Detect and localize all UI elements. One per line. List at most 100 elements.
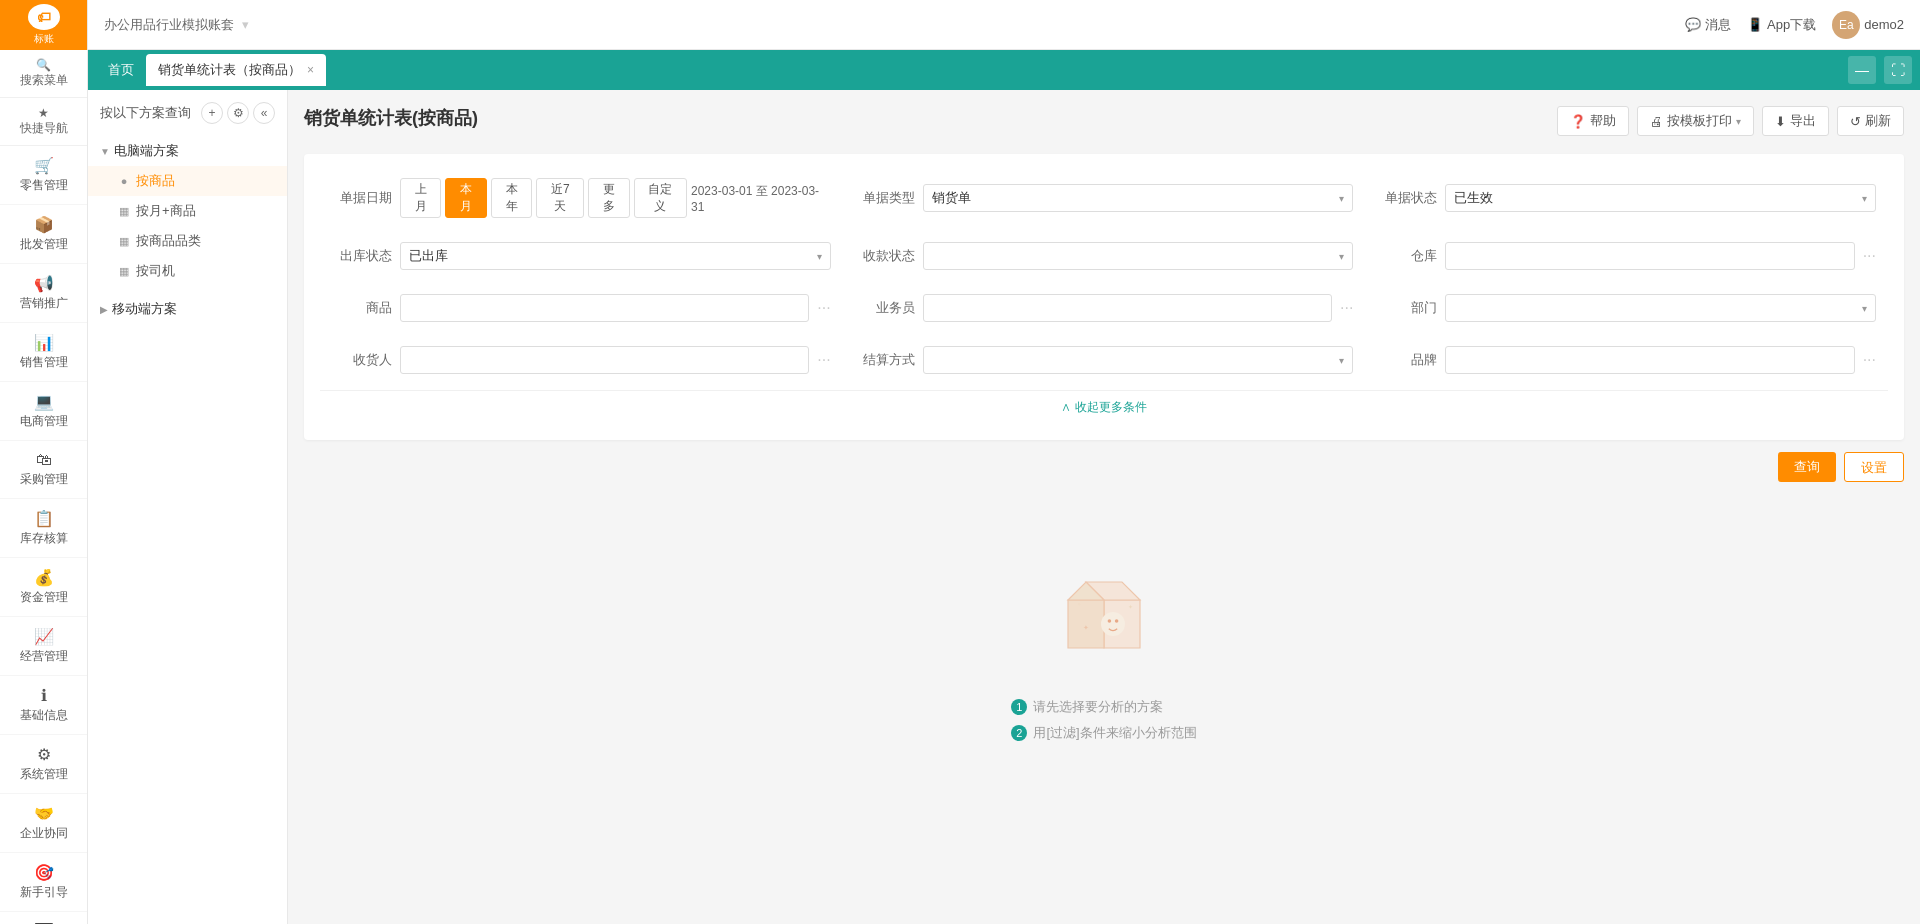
tree-parent-desktop[interactable]: ▼ 电脑端方案 xyxy=(88,136,287,166)
receiver-input[interactable] xyxy=(400,346,809,374)
dept-label: 部门 xyxy=(1377,299,1437,317)
date-btn-7days[interactable]: 近7天 xyxy=(536,178,584,218)
tab-close-icon[interactable]: × xyxy=(307,63,314,77)
date-btn-this-month[interactable]: 本月 xyxy=(445,178,486,218)
salesman-more-icon[interactable]: ··· xyxy=(1340,299,1353,317)
svg-point-6 xyxy=(1115,619,1119,623)
sidebar-basic-label: 基础信息 xyxy=(20,707,68,724)
tip-text-1: 请先选择要分析的方案 xyxy=(1033,694,1163,720)
tree-child-by-category[interactable]: ▦ 按商品品类 xyxy=(88,226,287,256)
messages-button[interactable]: 💬 消息 xyxy=(1685,16,1731,34)
sidebar-item-retail[interactable]: 🛒 零售管理 xyxy=(0,146,87,205)
filter-receiver: 收货人 ··· xyxy=(320,338,843,382)
tab-home[interactable]: 首页 xyxy=(96,54,146,86)
tree-child-label-month-goods: 按月+商品 xyxy=(136,202,196,220)
sidebar-retail-label: 零售管理 xyxy=(20,177,68,194)
page-header: 销货单统计表(按商品) ❓ 帮助 🖨 按模板打印 ▾ ⬇ 导出 xyxy=(304,106,1904,142)
warehouse-label: 出库状态 xyxy=(332,247,392,265)
wholesale-icon: 📦 xyxy=(34,215,54,234)
tree-child-by-driver[interactable]: ▦ 按司机 xyxy=(88,256,287,286)
filter-payment-method: 结算方式 ▾ xyxy=(843,338,1366,382)
month-goods-icon: ▦ xyxy=(116,203,132,219)
help-button[interactable]: ❓ 帮助 xyxy=(1557,106,1629,136)
filter-store: 仓库 ··· xyxy=(1365,234,1888,278)
finance-icon: 💰 xyxy=(34,568,54,587)
salesman-label: 业务员 xyxy=(855,299,915,317)
filter-doc-type: 单据类型 销货单 ▾ xyxy=(843,170,1366,226)
category-icon: ▦ xyxy=(116,233,132,249)
print-arrow-icon: ▾ xyxy=(1736,116,1741,127)
payment-field: ▾ xyxy=(923,242,1354,270)
help-label: 帮助 xyxy=(1590,112,1616,130)
sidebar-management-label: 经营管理 xyxy=(20,648,68,665)
print-label: 按模板打印 xyxy=(1667,112,1732,130)
sidebar-item-marketing[interactable]: 📢 营销推广 xyxy=(0,264,87,323)
print-button[interactable]: 🖨 按模板打印 ▾ xyxy=(1637,106,1754,136)
add-scheme-button[interactable]: + xyxy=(201,102,223,124)
sidebar-item-appcenter[interactable]: 🔲 应用中心 xyxy=(0,912,87,924)
refresh-button[interactable]: ↺ 刷新 xyxy=(1837,106,1904,136)
dept-select[interactable]: ▾ xyxy=(1445,294,1876,322)
tab-sales-stat[interactable]: 销货单统计表（按商品） × xyxy=(146,54,326,86)
goods-input[interactable] xyxy=(400,294,809,322)
receiver-more-icon[interactable]: ··· xyxy=(817,351,830,369)
sidebar-item-finance[interactable]: 💰 资金管理 xyxy=(0,558,87,617)
sidebar-item-basic[interactable]: ℹ 基础信息 xyxy=(0,676,87,735)
collapse-panel-button[interactable]: « xyxy=(253,102,275,124)
store-input-wrap: ··· xyxy=(1445,242,1876,270)
sidebar-item-system[interactable]: ⚙ 系统管理 xyxy=(0,735,87,794)
user-profile[interactable]: Ea demo2 xyxy=(1832,11,1904,39)
store-more-icon[interactable]: ··· xyxy=(1863,247,1876,265)
sidebar-item-purchase[interactable]: 🛍 采购管理 xyxy=(0,441,87,499)
warehouse-select[interactable]: 已出库 ▾ xyxy=(400,242,831,270)
filter-row-4: 收货人 ··· 结算方式 ▾ xyxy=(320,338,1888,382)
query-button[interactable]: 查询 xyxy=(1778,452,1836,482)
doc-status-arrow-icon: ▾ xyxy=(1862,193,1867,204)
doc-status-select[interactable]: 已生效 ▾ xyxy=(1445,184,1876,212)
sidebar-item-management[interactable]: 📈 经营管理 xyxy=(0,617,87,676)
filter-row-1: 单据日期 上月 本月 本年 近7天 更多 自定义 2023-03-01 至 20… xyxy=(320,170,1888,226)
date-btn-more[interactable]: 更多 xyxy=(588,178,629,218)
tree-parent-mobile[interactable]: ▶ 移动端方案 xyxy=(88,294,287,324)
settings-scheme-button[interactable]: ⚙ xyxy=(227,102,249,124)
sidebar-item-ecommerce[interactable]: 💻 电商管理 xyxy=(0,382,87,441)
store-input[interactable] xyxy=(1445,242,1854,270)
guide-icon: 🎯 xyxy=(34,863,54,882)
payment-method-select[interactable]: ▾ xyxy=(923,346,1354,374)
sidebar-item-inventory[interactable]: 📋 库存核算 xyxy=(0,499,87,558)
tab-maximize-button[interactable]: ⛶ xyxy=(1884,56,1912,84)
settings-button[interactable]: 设置 xyxy=(1844,452,1904,482)
sidebar-item-sales[interactable]: 📊 销售管理 xyxy=(0,323,87,382)
collapse-filter-button[interactable]: ∧ 收起更多条件 xyxy=(320,390,1888,424)
doc-type-select[interactable]: 销货单 ▾ xyxy=(923,184,1354,212)
help-icon: ❓ xyxy=(1570,114,1586,129)
brand-more-icon[interactable]: ··· xyxy=(1863,351,1876,369)
sidebar-item-guide[interactable]: 🎯 新手引导 xyxy=(0,853,87,912)
tab-bar-actions: — ⛶ xyxy=(1848,56,1912,84)
salesman-input[interactable] xyxy=(923,294,1332,322)
tab-minimize-button[interactable]: — xyxy=(1848,56,1876,84)
message-icon: 💬 xyxy=(1685,17,1701,32)
goods-more-icon[interactable]: ··· xyxy=(817,299,830,317)
app-download-button[interactable]: 📱 App下载 xyxy=(1747,16,1816,34)
tree-child-by-month-goods[interactable]: ▦ 按月+商品 xyxy=(88,196,287,226)
sidebar-sales-label: 销售管理 xyxy=(20,354,68,371)
export-button[interactable]: ⬇ 导出 xyxy=(1762,106,1829,136)
left-panel: 按以下方案查询 + ⚙ « ▼ 电脑端方案 ● 按商品 ▦ 按月 xyxy=(88,90,288,924)
tree-child-label-category: 按商品品类 xyxy=(136,232,201,250)
brand-input[interactable] xyxy=(1445,346,1854,374)
sidebar-item-quicknav[interactable]: ★ 快捷导航 xyxy=(0,98,87,146)
tree-child-by-goods[interactable]: ● 按商品 xyxy=(88,166,287,196)
main-area: 办公用品行业模拟账套 ▾ 💬 消息 📱 App下载 Ea demo2 首页 xyxy=(88,0,1920,924)
date-btn-last-month[interactable]: 上月 xyxy=(400,178,441,218)
payment-select[interactable]: ▾ xyxy=(923,242,1354,270)
retail-icon: 🛒 xyxy=(34,156,54,175)
sidebar-collab-label: 企业协同 xyxy=(20,825,68,842)
sidebar-item-wholesale[interactable]: 📦 批发管理 xyxy=(0,205,87,264)
sidebar-item-search[interactable]: 🔍 搜索菜单 xyxy=(0,50,87,98)
sidebar-item-collab[interactable]: 🤝 企业协同 xyxy=(0,794,87,853)
date-btn-custom[interactable]: 自定义 xyxy=(634,178,687,218)
date-btn-this-year[interactable]: 本年 xyxy=(491,178,532,218)
filter-date: 单据日期 上月 本月 本年 近7天 更多 自定义 2023-03-01 至 20… xyxy=(320,170,843,226)
page-content: 按以下方案查询 + ⚙ « ▼ 电脑端方案 ● 按商品 ▦ 按月 xyxy=(88,90,1920,924)
